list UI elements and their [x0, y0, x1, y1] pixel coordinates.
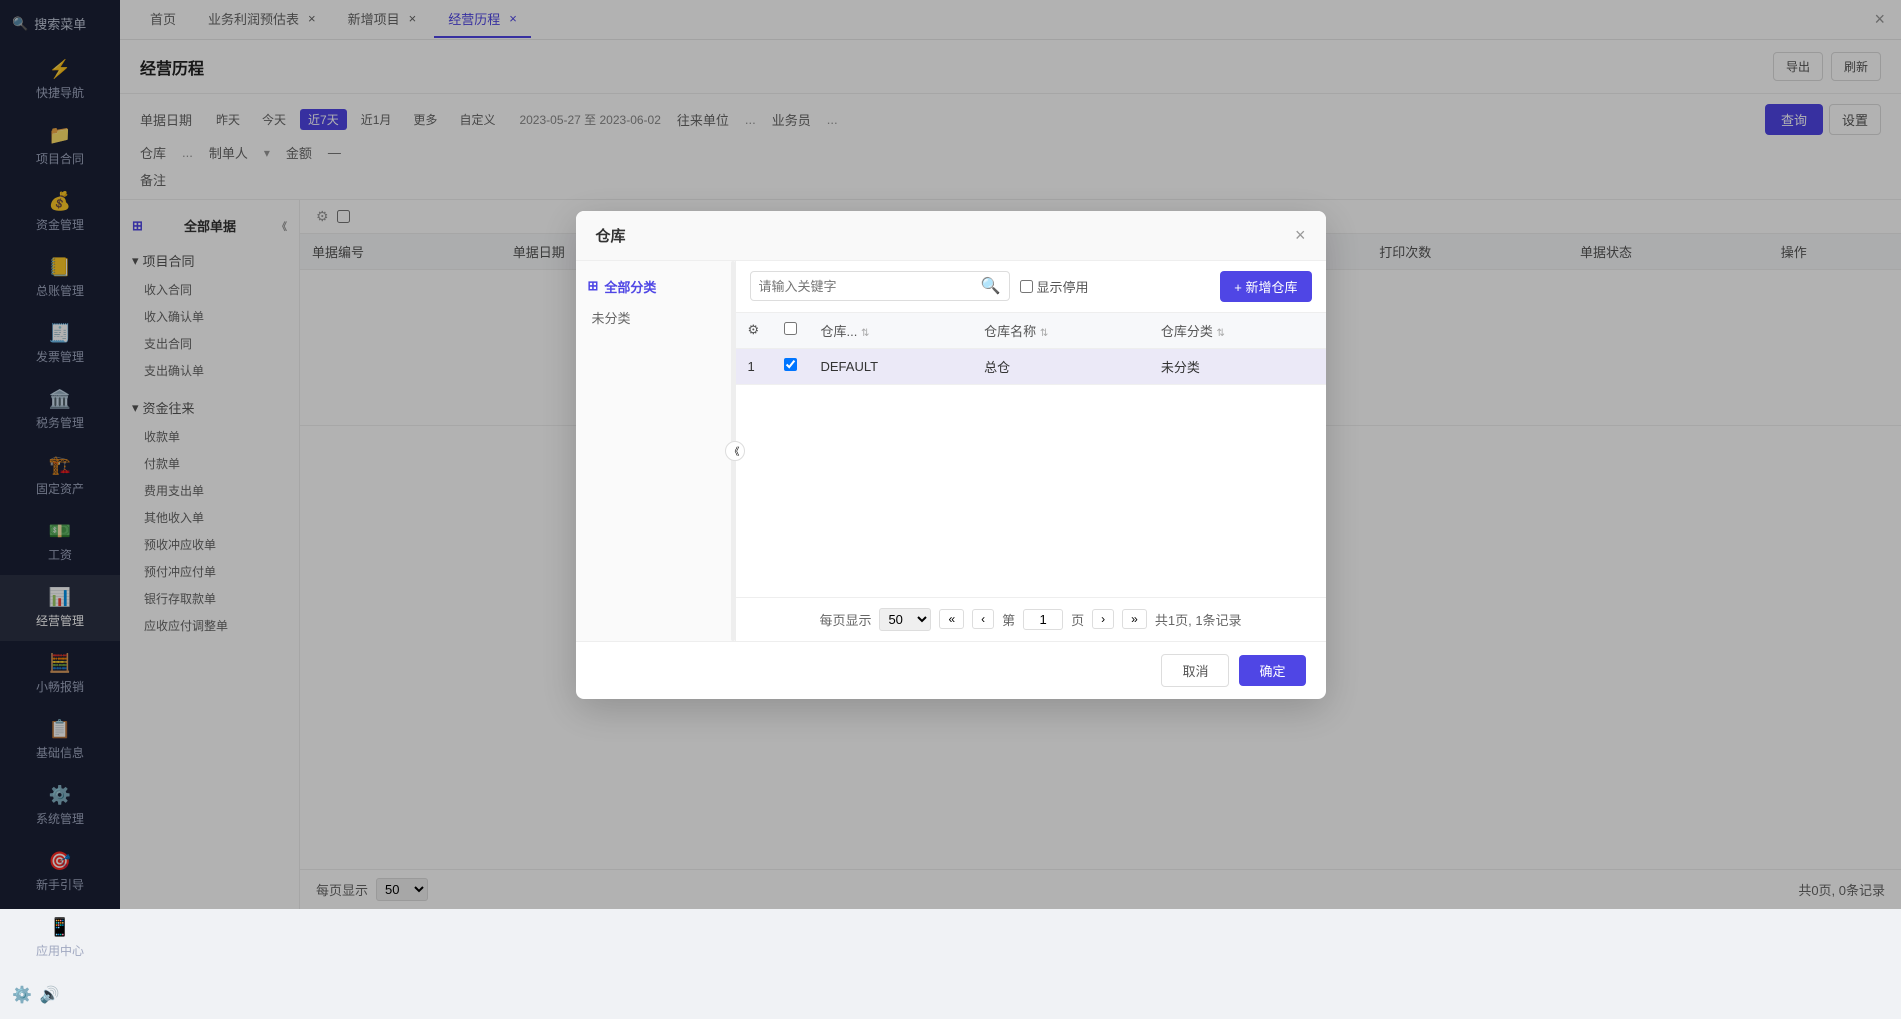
- table-row[interactable]: 1 DEFAULT 总仓 未分类: [736, 348, 1326, 384]
- dialog-header: 仓库 ×: [576, 211, 1326, 261]
- sort-icon-category[interactable]: ⇅: [1216, 328, 1224, 339]
- sidebar-item-label: 应用中心: [36, 942, 84, 959]
- show-disabled-label: 显示停用: [1037, 277, 1089, 296]
- category-title: 全部分类: [604, 277, 656, 296]
- warehouse-table-container: ⚙ 仓库... ⇅ 仓库名称: [736, 313, 1326, 597]
- sidebar-item-app[interactable]: 📱 应用中心: [0, 905, 120, 971]
- category-header[interactable]: ⊞ 全部分类: [576, 271, 735, 302]
- cancel-button[interactable]: 取消: [1161, 654, 1229, 687]
- confirm-button[interactable]: 确定: [1239, 655, 1305, 686]
- dialog-page-size-select[interactable]: 50 100: [879, 608, 931, 631]
- category-icon: ⊞: [588, 278, 599, 294]
- col-settings: ⚙: [736, 313, 772, 349]
- sort-icon-name[interactable]: ⇅: [1040, 328, 1048, 339]
- category-panel: ⊞ 全部分类 未分类 《: [576, 261, 736, 641]
- add-warehouse-button[interactable]: + 新增仓库: [1220, 271, 1311, 302]
- settings-icon[interactable]: ⚙️: [12, 985, 32, 1005]
- search-box: 🔍: [750, 271, 1010, 301]
- first-page-btn[interactable]: «: [939, 609, 964, 629]
- select-all-warehouse[interactable]: [784, 322, 797, 335]
- cell-name: 总仓: [972, 348, 1149, 384]
- col-warehouse-code: 仓库... ⇅: [809, 313, 973, 349]
- page-input[interactable]: [1023, 609, 1063, 630]
- page-label: 第: [1002, 610, 1015, 629]
- cell-category: 未分类: [1149, 348, 1326, 384]
- cell-checkbox: [772, 348, 809, 384]
- row-checkbox[interactable]: [784, 358, 797, 371]
- sidebar-bottom: ⚙️ 🔊: [0, 971, 120, 1019]
- col-warehouse-category: 仓库分类 ⇅: [1149, 313, 1326, 349]
- page-size-label: 每页显示: [819, 610, 871, 629]
- warehouse-table: ⚙ 仓库... ⇅ 仓库名称: [736, 313, 1326, 385]
- total-info: 共1页, 1条记录: [1155, 610, 1242, 629]
- cell-no: 1: [736, 348, 772, 384]
- sort-icon-code[interactable]: ⇅: [861, 328, 869, 339]
- dialog-title: 仓库: [596, 225, 626, 246]
- category-item-unclassified[interactable]: 未分类: [576, 302, 735, 333]
- dialog-close-button[interactable]: ×: [1295, 225, 1306, 246]
- warehouse-dialog: 仓库 × ⊞ 全部分类 未分类 《: [576, 211, 1326, 699]
- prev-page-btn[interactable]: ‹: [972, 609, 994, 629]
- search-icon: 🔍: [981, 276, 1001, 296]
- col-warehouse-name: 仓库名称 ⇅: [972, 313, 1149, 349]
- dialog-body: ⊞ 全部分类 未分类 《 🔍: [576, 261, 1326, 641]
- category-collapse-button[interactable]: 《: [725, 441, 745, 461]
- warehouse-toolbar: 🔍 显示停用 + 新增仓库: [736, 261, 1326, 313]
- search-input[interactable]: [759, 279, 975, 294]
- col-checkbox: [772, 313, 809, 349]
- last-page-btn[interactable]: »: [1122, 609, 1147, 629]
- app-icon: 📱: [49, 917, 71, 938]
- cell-code: DEFAULT: [809, 348, 973, 384]
- next-page-btn[interactable]: ›: [1092, 609, 1114, 629]
- volume-icon[interactable]: 🔊: [40, 985, 60, 1005]
- warehouse-pagination: 每页显示 50 100 « ‹ 第 页 › » 共1页, 1条记录: [736, 597, 1326, 641]
- dialog-overlay: 仓库 × ⊞ 全部分类 未分类 《: [0, 0, 1901, 909]
- dialog-footer: 取消 确定: [576, 641, 1326, 699]
- show-disabled-input[interactable]: [1020, 280, 1033, 293]
- gear-icon[interactable]: ⚙: [748, 322, 760, 337]
- page-unit: 页: [1071, 610, 1084, 629]
- warehouse-panel: 🔍 显示停用 + 新增仓库 ⚙: [736, 261, 1326, 641]
- show-disabled-checkbox[interactable]: 显示停用: [1020, 277, 1089, 296]
